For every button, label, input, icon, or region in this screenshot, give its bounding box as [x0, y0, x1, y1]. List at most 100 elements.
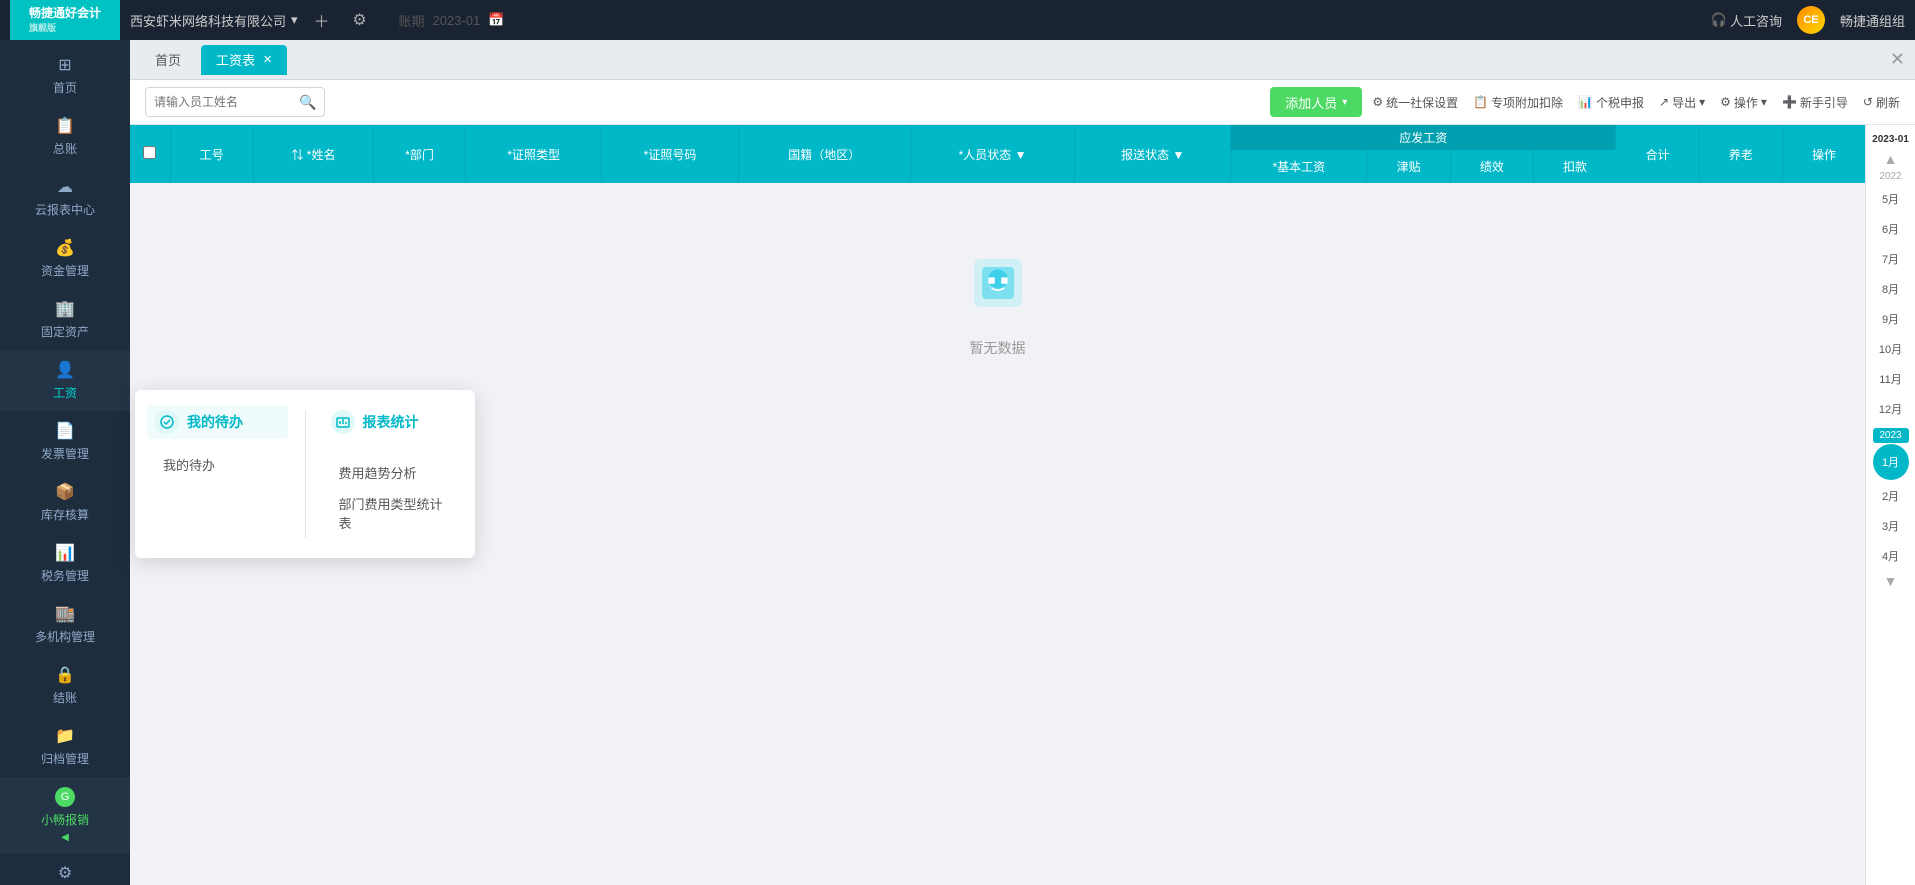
company-dropdown-icon: ▾ — [291, 12, 298, 28]
month-2022-08[interactable]: 8月 — [1871, 275, 1911, 303]
dropdown-dept-expense[interactable]: 部门费用类型统计表 — [331, 488, 456, 538]
export-icon: ↗ — [1659, 95, 1669, 109]
tax-report-icon: 📊 — [1578, 95, 1593, 109]
sidebar-item-archive[interactable]: 📁 归档管理 — [0, 716, 130, 777]
sidebar-item-tax[interactable]: 📊 税务管理 — [0, 533, 130, 594]
sidebar-item-fund[interactable]: 💰 资金管理 — [0, 228, 130, 289]
export-button[interactable]: ↗ 导出 ▾ — [1659, 94, 1705, 111]
search-input[interactable] — [154, 95, 294, 109]
dropdown-section: 我的待办 我的待办 报表统计 费用趋势分析 部门费用类型统 — [155, 410, 455, 538]
toolbar: 🔍 添加人员 ▾ ⚙ 统一社保设置 📋 专项附加扣除 📊 个税申报 — [130, 80, 1915, 125]
month-2022-06[interactable]: 6月 — [1871, 215, 1911, 243]
calendar-icon[interactable]: 📅 — [488, 12, 504, 28]
prev-year-label: 2022 — [1877, 169, 1903, 184]
month-2022-11[interactable]: 11月 — [1871, 365, 1911, 393]
inventory-icon: 📦 — [55, 482, 75, 502]
sidebar-item-basic[interactable]: ⚙ 基础设置 — [0, 853, 130, 885]
report-filter-icon[interactable]: ▼ — [1172, 148, 1184, 162]
sidebar-label-general-ledger: 总账 — [53, 140, 77, 157]
tab-salary[interactable]: 工资表 ✕ — [201, 45, 287, 75]
dropdown-my-todo[interactable]: 我的待办 — [155, 449, 280, 480]
month-picker: 2023-01 ▲ 2022 5月 6月 7月 8月 9月 10月 11月 12… — [1865, 125, 1915, 885]
refresh-button[interactable]: ↺ 刷新 — [1863, 94, 1900, 111]
month-2022-07[interactable]: 7月 — [1871, 245, 1911, 273]
month-2022-05[interactable]: 5月 — [1871, 185, 1911, 213]
support-button[interactable]: 🎧 人工咨询 — [1711, 11, 1782, 30]
dropdown-expense-trend[interactable]: 费用趋势分析 — [331, 457, 456, 488]
settings-icon[interactable]: ⚙ — [346, 6, 374, 34]
sidebar-item-cloud-report[interactable]: ☁ 云报表中心 — [0, 167, 130, 228]
sidebar-item-xiaochang[interactable]: G 小畅报销 ◀ — [0, 777, 130, 853]
sidebar-label-salary: 工资 — [53, 384, 77, 401]
username[interactable]: 畅捷通组组 — [1840, 11, 1905, 30]
fund-icon: 💰 — [55, 238, 75, 258]
sidebar-arrow-icon: ◀ — [61, 832, 69, 843]
invoice-icon: 📄 — [55, 421, 75, 441]
sidebar-label-fund: 资金管理 — [41, 262, 89, 279]
tax-report-button[interactable]: 📊 个税申报 — [1578, 94, 1644, 111]
select-all-checkbox[interactable] — [143, 146, 156, 159]
tax-icon: 📊 — [55, 543, 75, 563]
sidebar-item-home[interactable]: ⊞ 首页 — [0, 45, 130, 106]
dropdown-report-title[interactable]: 报表统计 — [331, 410, 456, 442]
month-2022-10[interactable]: 10月 — [1871, 335, 1911, 363]
operation-button[interactable]: ⚙ 操作 ▾ — [1720, 94, 1767, 111]
country-header: 国籍（地区） — [738, 125, 910, 183]
month-2022-09[interactable]: 9月 — [1871, 305, 1911, 333]
current-year-badge: 2023 — [1873, 428, 1909, 443]
app-sub: 旗舰版 — [29, 21, 101, 34]
tab-home[interactable]: 首页 — [140, 45, 196, 75]
basic-salary-header: *基本工资 — [1231, 150, 1367, 183]
toolbar-actions: ⚙ 统一社保设置 📋 专项附加扣除 📊 个税申报 ↗ 导出 ▾ ⚙ — [1372, 94, 1900, 111]
company-selector[interactable]: 西安虾米网络科技有限公司 ▾ — [130, 11, 298, 30]
empty-state: 暂无数据 — [130, 183, 1865, 418]
name-header: ⇅ *姓名 — [253, 125, 373, 183]
salary-icon: 👤 — [55, 360, 75, 380]
xiaochang-icon: G — [55, 787, 75, 807]
cloud-icon: ☁ — [55, 177, 75, 197]
sidebar-item-salary[interactable]: 👤 工资 — [0, 350, 130, 411]
sidebar-item-inventory[interactable]: 📦 库存核算 — [0, 472, 130, 533]
sidebar-label-close: 结账 — [53, 689, 77, 706]
operation-icon: ⚙ — [1720, 95, 1731, 109]
pension-header: 养老 — [1699, 125, 1782, 183]
empno-header: 工号 — [170, 125, 253, 183]
sidebar-item-invoice[interactable]: 📄 发票管理 — [0, 411, 130, 472]
dropdown-todo-title[interactable]: 我的待办 — [147, 405, 288, 439]
month-down-button[interactable]: ▼ — [1876, 571, 1906, 591]
close-all-icon[interactable]: ✕ — [1890, 49, 1905, 70]
search-icon[interactable]: 🔍 — [299, 94, 316, 111]
report-status-header: 报送状态 ▼ — [1075, 125, 1231, 183]
tab-close-icon[interactable]: ✕ — [263, 53, 272, 66]
sidebar-label-multi-org: 多机构管理 — [35, 628, 95, 645]
tab-salary-label: 工资表 — [216, 50, 255, 69]
month-2023-01[interactable]: 1月 — [1873, 444, 1909, 480]
social-insurance-icon: ⚙ — [1372, 95, 1383, 109]
social-insurance-button[interactable]: ⚙ 统一社保设置 — [1372, 94, 1458, 111]
month-up-button[interactable]: ▲ — [1876, 149, 1906, 169]
sidebar-item-general-ledger[interactable]: 📋 总账 — [0, 106, 130, 167]
sidebar-item-close[interactable]: 🔒 结账 — [0, 655, 130, 716]
period-value[interactable]: 2023-01 — [433, 13, 481, 28]
report-icon — [331, 410, 355, 434]
month-2022-12[interactable]: 12月 — [1871, 395, 1911, 423]
search-box: 🔍 — [145, 87, 325, 117]
archive-icon: 📁 — [55, 726, 75, 746]
ledger-icon: 📋 — [55, 116, 75, 136]
new-guide-button[interactable]: ➕ 新手引导 — [1782, 94, 1848, 111]
month-2023-02[interactable]: 2月 — [1871, 482, 1911, 510]
sidebar-item-fixed-assets[interactable]: 🏢 固定资产 — [0, 289, 130, 350]
status-filter-icon[interactable]: ▼ — [1015, 148, 1027, 162]
sidebar-label-inventory: 库存核算 — [41, 506, 89, 523]
avatar[interactable]: CE — [1797, 6, 1825, 34]
add-person-button[interactable]: 添加人员 ▾ — [1270, 87, 1362, 117]
special-deduction-button[interactable]: 📋 专项附加扣除 — [1473, 94, 1563, 111]
allowance-header: 津贴 — [1367, 150, 1450, 183]
special-deduction-icon: 📋 — [1473, 95, 1488, 109]
app-logo: 畅捷通好会计 旗舰版 — [10, 0, 120, 40]
month-2023-04[interactable]: 4月 — [1871, 542, 1911, 570]
sidebar-item-multi-org[interactable]: 🏬 多机构管理 — [0, 594, 130, 655]
month-2023-03[interactable]: 3月 — [1871, 512, 1911, 540]
dropdown-report-label: 报表统计 — [363, 412, 419, 432]
add-icon[interactable]: ＋ — [308, 6, 336, 34]
